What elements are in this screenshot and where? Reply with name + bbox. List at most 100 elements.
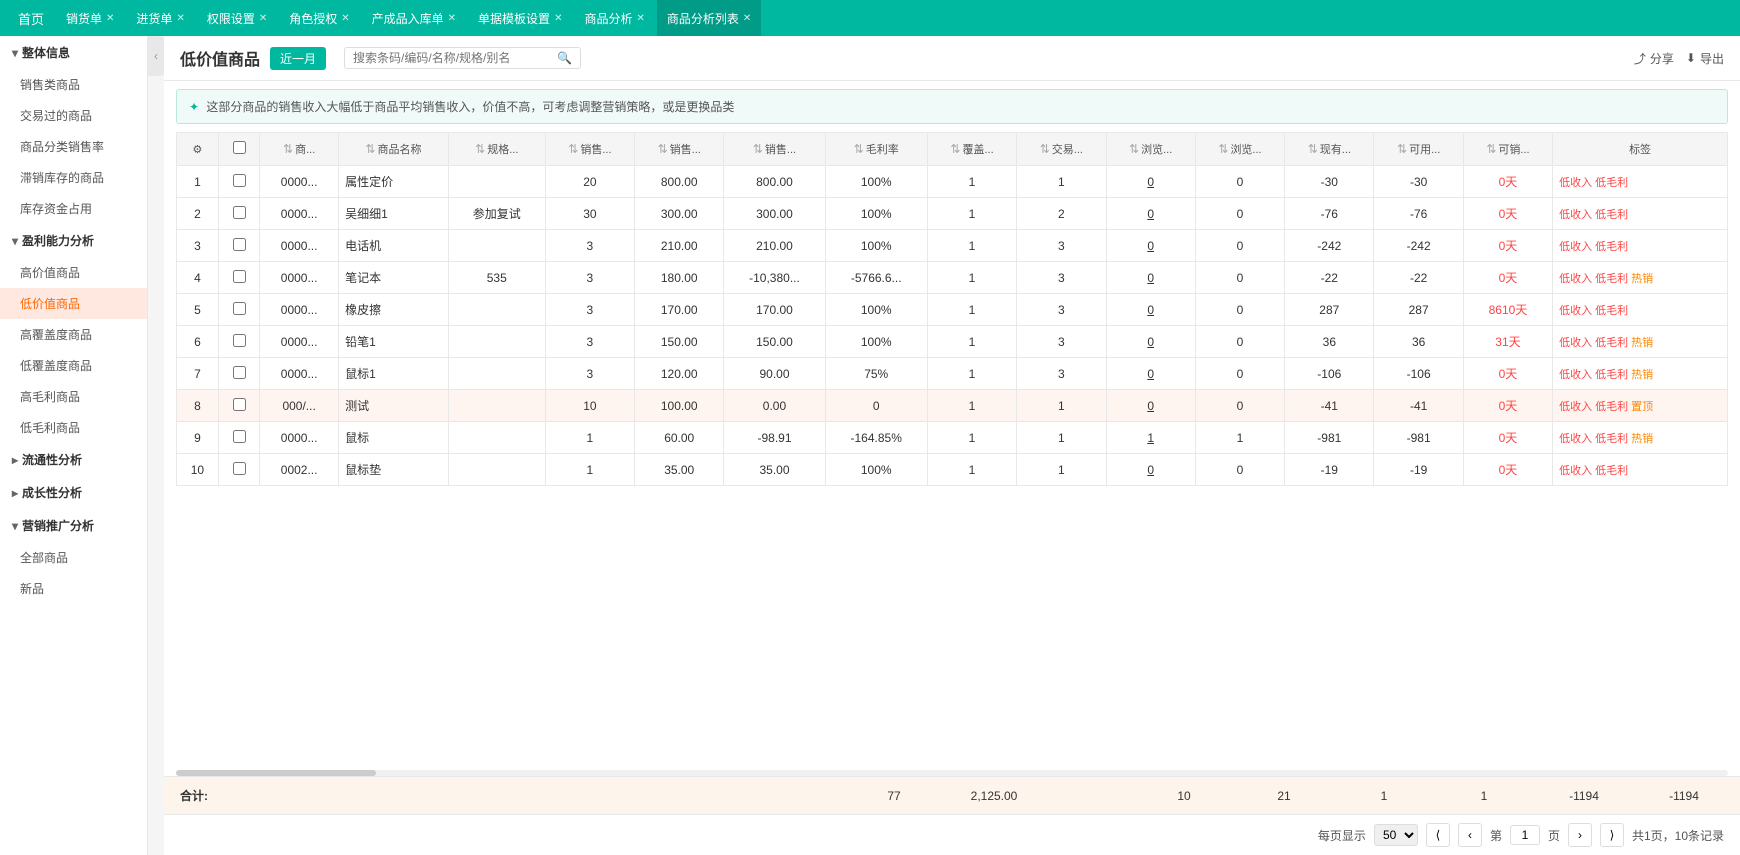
row-checkbox[interactable] — [233, 462, 246, 475]
col-view2[interactable]: ⇅浏览... — [1195, 133, 1284, 166]
nav-permissions[interactable]: 权限设置 ✕ — [197, 0, 277, 36]
search-icon[interactable]: 🔍 — [557, 51, 572, 65]
row-checkbox[interactable] — [233, 206, 246, 219]
first-page-button[interactable]: ⟨ — [1426, 823, 1450, 847]
col-cover[interactable]: ⇅覆盖... — [927, 133, 1016, 166]
row-checkbox[interactable] — [233, 366, 246, 379]
close-goods-analysis-icon[interactable]: ✕ — [636, 13, 644, 24]
page-input[interactable] — [1510, 825, 1540, 845]
col-code[interactable]: ⇅商... — [260, 133, 339, 166]
share-button[interactable]: ⤴ 分享 — [1634, 50, 1674, 67]
sidebar-item-inventory-capital[interactable]: 库存资金占用 — [0, 193, 147, 224]
nav-purchase-order[interactable]: 进货单 ✕ — [126, 0, 194, 36]
nav-goods-analysis-list[interactable]: 商品分析列表 ✕ — [657, 0, 761, 36]
select-all-checkbox[interactable] — [233, 141, 246, 154]
close-finished-goods-icon[interactable]: ✕ — [448, 13, 456, 24]
nav-finished-goods[interactable]: 产成品入库单 ✕ — [362, 0, 466, 36]
table-container: ⚙ ⇅商... ⇅商品名称 ⇅规格... ⇅销售... ⇅销售... ⇅销售..… — [164, 132, 1740, 770]
nav-role-auth[interactable]: 角色授权 ✕ — [279, 0, 359, 36]
sidebar-item-low-value[interactable]: 低价值商品 — [0, 288, 147, 319]
sidebar-item-new-goods[interactable]: 新品 — [0, 573, 147, 604]
sidebar-group-overall[interactable]: ▾ 整体信息 — [0, 36, 147, 69]
sidebar-item-low-margin[interactable]: 低毛利商品 — [0, 412, 147, 443]
main-content: 低价值商品 近一月 🔍 ⤴ 分享 ⬇ 导出 ✦ 这部分商品的销售收入大幅低于商品… — [164, 36, 1740, 855]
row-view1[interactable]: 0 — [1147, 463, 1154, 477]
row-view1[interactable]: 0 — [1147, 367, 1154, 381]
row-checkbox[interactable] — [233, 430, 246, 443]
sidebar-item-category-sales-rate[interactable]: 商品分类销售率 — [0, 131, 147, 162]
row-name: 吴细细1 — [339, 198, 449, 230]
row-view1[interactable]: 0 — [1147, 207, 1154, 221]
row-salable: 31天 — [1463, 326, 1552, 358]
col-qty[interactable]: ⇅销售... — [545, 133, 634, 166]
page-size-select[interactable]: 50 — [1374, 824, 1418, 846]
total-view2: 1 — [1444, 789, 1524, 803]
row-code: 0000... — [260, 262, 339, 294]
col-stock[interactable]: ⇅现有... — [1285, 133, 1374, 166]
sidebar-item-high-coverage[interactable]: 高覆盖度商品 — [0, 319, 147, 350]
col-name[interactable]: ⇅商品名称 — [339, 133, 449, 166]
row-view1[interactable]: 0 — [1147, 271, 1154, 285]
close-purchase-order-icon[interactable]: ✕ — [176, 13, 184, 24]
row-view2: 0 — [1195, 294, 1284, 326]
sidebar-group-liquidity[interactable]: ▸ 流通性分析 — [0, 443, 147, 476]
col-sale1[interactable]: ⇅销售... — [635, 133, 724, 166]
col-avail[interactable]: ⇅可用... — [1374, 133, 1463, 166]
table-row: 90000...鼠标160.00-98.91-164.85%1111-981-9… — [177, 422, 1728, 454]
prev-page-button[interactable]: ‹ — [1458, 823, 1482, 847]
sidebar-item-high-margin[interactable]: 高毛利商品 — [0, 381, 147, 412]
row-trade: 3 — [1017, 230, 1106, 262]
close-template-settings-icon[interactable]: ✕ — [554, 13, 562, 24]
sidebar-item-all-goods[interactable]: 全部商品 — [0, 542, 147, 573]
row-checkbox[interactable] — [233, 302, 246, 315]
col-salable[interactable]: ⇅可销... — [1463, 133, 1552, 166]
row-spec — [448, 390, 545, 422]
sidebar-item-high-value[interactable]: 高价值商品 — [0, 257, 147, 288]
row-number: 1 — [177, 166, 219, 198]
col-view1[interactable]: ⇅浏览... — [1106, 133, 1195, 166]
nav-template-settings[interactable]: 单据模板设置 ✕ — [468, 0, 572, 36]
row-checkbox[interactable] — [233, 174, 246, 187]
sidebar-item-traded-goods[interactable]: 交易过的商品 — [0, 100, 147, 131]
close-goods-analysis-list-icon[interactable]: ✕ — [743, 13, 751, 24]
row-view1[interactable]: 0 — [1147, 399, 1154, 413]
search-input[interactable] — [353, 51, 553, 65]
sidebar-item-low-coverage[interactable]: 低覆盖度商品 — [0, 350, 147, 381]
col-spec[interactable]: ⇅规格... — [448, 133, 545, 166]
col-trade[interactable]: ⇅交易... — [1017, 133, 1106, 166]
sidebar-group-marketing[interactable]: ▾ 营销推广分析 — [0, 509, 147, 542]
col-checkbox[interactable] — [218, 133, 259, 166]
next-page-button[interactable]: › — [1568, 823, 1592, 847]
row-cover: 1 — [927, 262, 1016, 294]
col-settings[interactable]: ⚙ — [177, 133, 219, 166]
nav-sales-order[interactable]: 销货单 ✕ — [56, 0, 124, 36]
nav-goods-analysis[interactable]: 商品分析 ✕ — [574, 0, 654, 36]
row-view1[interactable]: 0 — [1147, 175, 1154, 189]
row-checkbox[interactable] — [233, 398, 246, 411]
col-margin[interactable]: ⇅毛利率 — [825, 133, 927, 166]
sidebar-group-growth[interactable]: ▸ 成长性分析 — [0, 476, 147, 509]
data-table: ⚙ ⇅商... ⇅商品名称 ⇅规格... ⇅销售... ⇅销售... ⇅销售..… — [176, 132, 1728, 486]
nav-home[interactable]: 首页 — [8, 0, 54, 36]
row-view1[interactable]: 0 — [1147, 239, 1154, 253]
sidebar-item-sales-goods[interactable]: 销售类商品 — [0, 69, 147, 100]
close-role-auth-icon[interactable]: ✕ — [341, 13, 349, 24]
last-page-button[interactable]: ⟩ — [1600, 823, 1624, 847]
close-permissions-icon[interactable]: ✕ — [259, 13, 267, 24]
close-sales-order-icon[interactable]: ✕ — [106, 13, 114, 24]
sidebar-collapse-button[interactable]: ‹ — [148, 36, 164, 76]
sidebar-item-slow-moving[interactable]: 滞销库存的商品 — [0, 162, 147, 193]
col-sale2[interactable]: ⇅销售... — [724, 133, 825, 166]
row-view1[interactable]: 1 — [1147, 431, 1154, 445]
row-view1[interactable]: 0 — [1147, 303, 1154, 317]
export-button[interactable]: ⬇ 导出 — [1686, 50, 1724, 67]
row-sale2: 150.00 — [724, 326, 825, 358]
sidebar-group-profitability[interactable]: ▾ 盈利能力分析 — [0, 224, 147, 257]
row-view1[interactable]: 0 — [1147, 335, 1154, 349]
filter-button[interactable]: 近一月 — [270, 47, 326, 70]
row-checkbox[interactable] — [233, 334, 246, 347]
sort-icon-name: ⇅ — [365, 142, 375, 156]
row-sale1: 300.00 — [635, 198, 724, 230]
row-checkbox[interactable] — [233, 238, 246, 251]
row-checkbox[interactable] — [233, 270, 246, 283]
